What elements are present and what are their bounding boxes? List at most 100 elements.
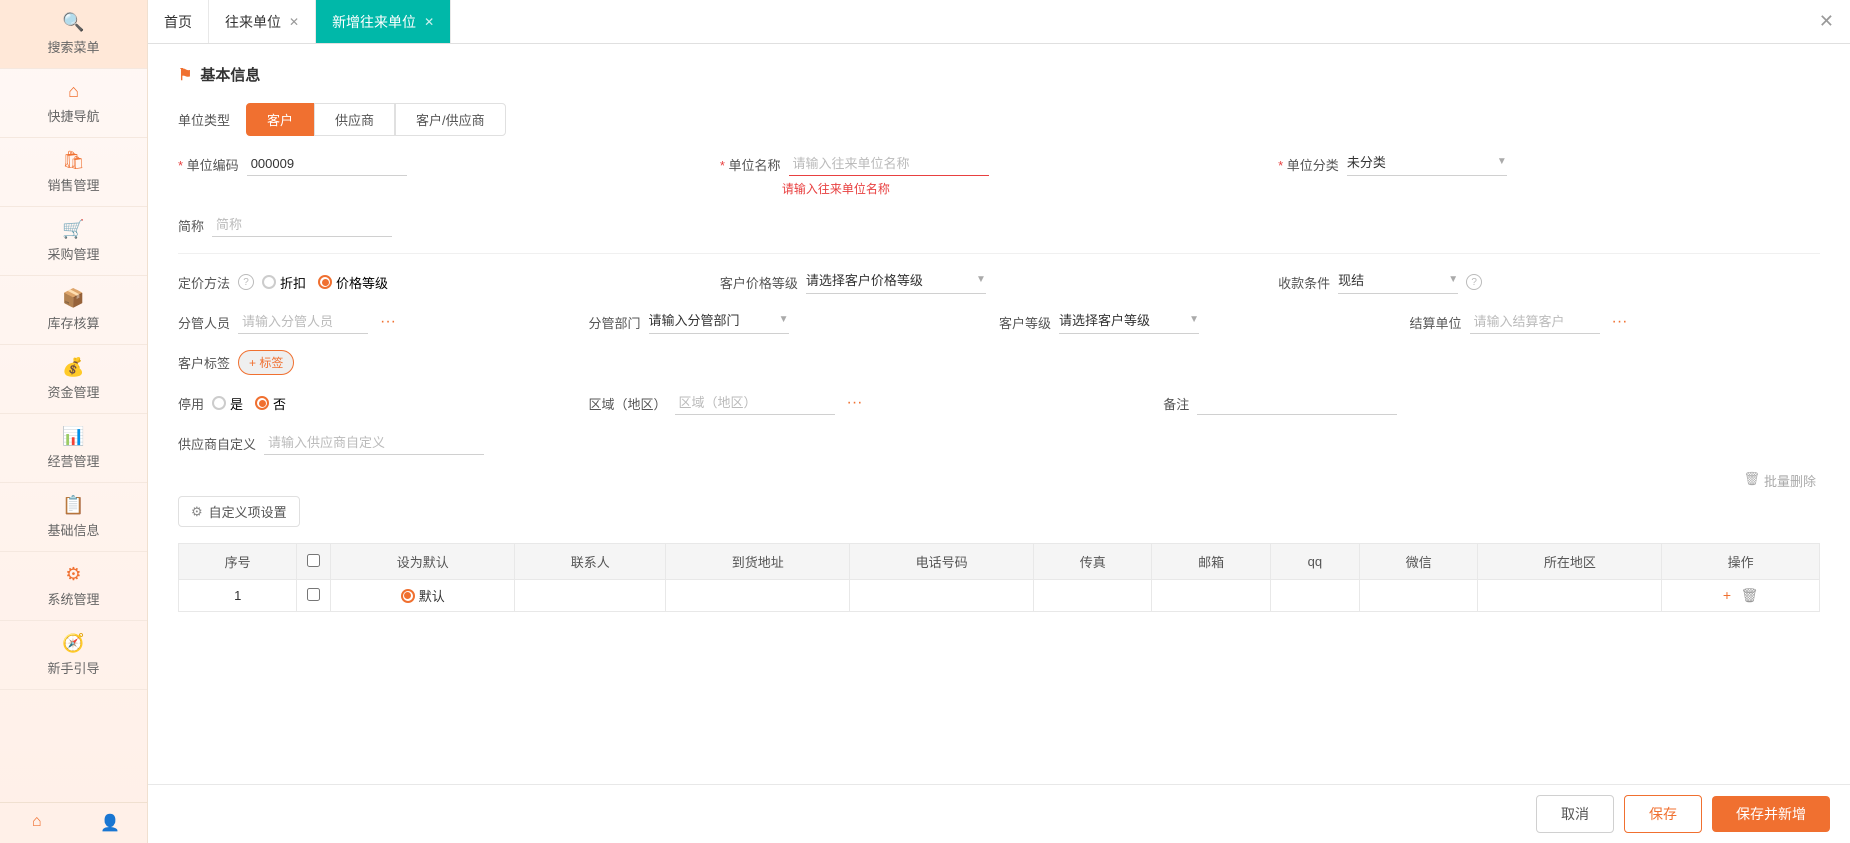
level-radio[interactable] — [318, 275, 332, 289]
col-seq: 序号 — [179, 544, 297, 580]
system-icon: ⚙ — [65, 564, 81, 585]
sidebar-item-operations[interactable]: 📊 经营管理 — [0, 414, 147, 483]
unit-category-field: 单位分类 未分类 ▼ — [1278, 152, 1820, 176]
sidebar-item-system[interactable]: ⚙ 系统管理 — [0, 552, 147, 621]
customer-level-placeholder: 请选择客户等级 — [1059, 310, 1150, 329]
settlement-more-btn[interactable]: ··· — [1608, 313, 1632, 331]
sidebar-item-quicknav[interactable]: ⌂ 快捷导航 — [0, 69, 147, 138]
pricing-help-icon[interactable]: ? — [238, 274, 254, 290]
unit-name-input[interactable] — [789, 152, 989, 176]
settlement-unit-input[interactable] — [1470, 310, 1600, 334]
sidebar-bottom-user[interactable]: 👤 — [74, 803, 148, 843]
custom-settings-label: 自定义项设置 — [209, 502, 287, 521]
row-checkbox[interactable] — [307, 588, 320, 601]
settlement-unit-field: 结算单位 ··· — [1410, 310, 1821, 334]
delete-row-btn[interactable]: 🗑 — [1741, 587, 1759, 603]
manager-more-btn[interactable]: ··· — [376, 313, 400, 331]
unit-type-supplier[interactable]: 供应商 — [314, 103, 395, 136]
customer-tag-label: 客户标签 — [178, 353, 230, 372]
section-title: 基本信息 — [200, 64, 260, 85]
settlement-unit-label: 结算单位 — [1410, 313, 1462, 332]
sidebar-bottom-home[interactable]: ⌂ — [0, 803, 74, 843]
search-icon: 🔍 — [62, 12, 84, 33]
sidebar-item-inventory[interactable]: 📦 库存核算 — [0, 276, 147, 345]
disabled-no-radio[interactable] — [255, 396, 269, 410]
chevron-down-icon3: ▼ — [1448, 274, 1458, 285]
sidebar-bottom: ⌂ 👤 — [0, 802, 147, 843]
sidebar-item-label: 资金管理 — [47, 382, 99, 401]
select-all-checkbox[interactable] — [307, 554, 320, 567]
unit-type-group: 客户 供应商 客户/供应商 — [246, 103, 506, 136]
pricing-level[interactable]: 价格等级 — [318, 273, 388, 292]
short-name-input[interactable] — [212, 213, 392, 237]
unit-name-error: 请输入往来单位名称 — [782, 180, 890, 197]
default-radio[interactable] — [401, 589, 415, 603]
customer-level-label: 客户等级 — [999, 313, 1051, 332]
cancel-button[interactable]: 取消 — [1536, 795, 1614, 833]
sidebar-item-newbie[interactable]: 🧭 新手引导 — [0, 621, 147, 690]
level-label: 价格等级 — [336, 273, 388, 292]
add-tag-button[interactable]: + 标签 — [238, 350, 294, 375]
tab-partners-close[interactable]: ✕ — [289, 15, 299, 29]
col-fax: 传真 — [1034, 544, 1152, 580]
pricing-discount[interactable]: 折扣 — [262, 273, 306, 292]
sidebar-item-basic[interactable]: 📋 基础信息 — [0, 483, 147, 552]
sales-icon: 🛍 — [62, 150, 85, 171]
disabled-yes[interactable]: 是 — [212, 394, 243, 413]
tab-partners[interactable]: 往来单位 ✕ — [209, 0, 316, 43]
add-row-btn[interactable]: + — [1723, 587, 1731, 603]
disabled-yes-radio[interactable] — [212, 396, 226, 410]
customer-price-level-field: 客户价格等级 请选择客户价格等级 ▼ — [720, 270, 1278, 294]
batch-delete-label[interactable]: 批量删除 — [1764, 471, 1816, 490]
sidebar-item-label: 快捷导航 — [47, 106, 99, 125]
sidebar-item-purchase[interactable]: 🛒 采购管理 — [0, 207, 147, 276]
sidebar-item-search[interactable]: 🔍 搜索菜单 — [0, 0, 147, 69]
sidebar-item-label: 销售管理 — [47, 175, 99, 194]
unit-category-value: 未分类 — [1347, 152, 1386, 171]
save-button[interactable]: 保存 — [1624, 795, 1702, 833]
customer-level-select[interactable]: 请选择客户等级 ▼ — [1059, 310, 1199, 334]
pricing-method-label: 定价方法 — [178, 273, 230, 292]
region-more-btn[interactable]: ··· — [843, 394, 867, 412]
sidebar-item-finance[interactable]: 💰 资金管理 — [0, 345, 147, 414]
unit-code-input[interactable] — [247, 152, 407, 176]
close-all-tabs[interactable]: ✕ — [1803, 11, 1850, 32]
chevron-down-icon: ▼ — [1497, 156, 1507, 167]
disabled-no[interactable]: 否 — [255, 394, 286, 413]
cell-fax — [1034, 580, 1152, 612]
supplier-custom-input[interactable] — [264, 431, 484, 455]
gear-icon: ⚙ — [191, 504, 203, 520]
tab-new-partner[interactable]: 新增往来单位 ✕ — [316, 0, 451, 43]
add-tag-label: + 标签 — [249, 354, 283, 371]
newbie-icon: 🧭 — [62, 633, 84, 654]
cell-action: + 🗑 — [1662, 580, 1820, 612]
col-region: 所在地区 — [1478, 544, 1662, 580]
tab-bar: 首页 往来单位 ✕ 新增往来单位 ✕ ✕ — [148, 0, 1850, 44]
sidebar-item-sales[interactable]: 🛍 销售管理 — [0, 138, 147, 207]
cell-default: 默认 — [331, 580, 515, 612]
basic-icon: 📋 — [62, 495, 84, 516]
sidebar-item-label: 新手引导 — [47, 658, 99, 677]
manager-input[interactable] — [238, 310, 368, 334]
unit-type-both[interactable]: 客户/供应商 — [395, 103, 506, 136]
unit-type-customer[interactable]: 客户 — [246, 103, 314, 136]
chevron-down-icon2: ▼ — [976, 274, 986, 285]
tab-home-label: 首页 — [164, 12, 192, 32]
short-name-label: 简称 — [178, 216, 204, 235]
custom-settings-button[interactable]: ⚙ 自定义项设置 — [178, 496, 300, 527]
region-input[interactable] — [675, 391, 835, 415]
form-row-unit-type: 单位类型 客户 供应商 客户/供应商 — [178, 103, 1820, 136]
save-and-new-button[interactable]: 保存并新增 — [1712, 796, 1830, 832]
disabled-yes-label: 是 — [230, 394, 243, 413]
cell-qq — [1270, 580, 1359, 612]
tab-new-partner-close[interactable]: ✕ — [424, 15, 434, 29]
unit-category-select[interactable]: 未分类 ▼ — [1347, 152, 1507, 176]
remark-input[interactable] — [1197, 391, 1397, 415]
customer-price-level-select[interactable]: 请选择客户价格等级 ▼ — [806, 270, 986, 294]
form-row-codes: 单位编码 单位名称 请输入往来单位名称 单位分类 未分类 ▼ — [178, 152, 1820, 197]
payment-help-icon[interactable]: ? — [1466, 274, 1482, 290]
tab-home[interactable]: 首页 — [148, 0, 209, 43]
department-select[interactable]: 请输入分管部门 ▼ — [649, 310, 789, 334]
discount-radio[interactable] — [262, 275, 276, 289]
payment-terms-select[interactable]: 现结 ▼ — [1338, 270, 1458, 294]
